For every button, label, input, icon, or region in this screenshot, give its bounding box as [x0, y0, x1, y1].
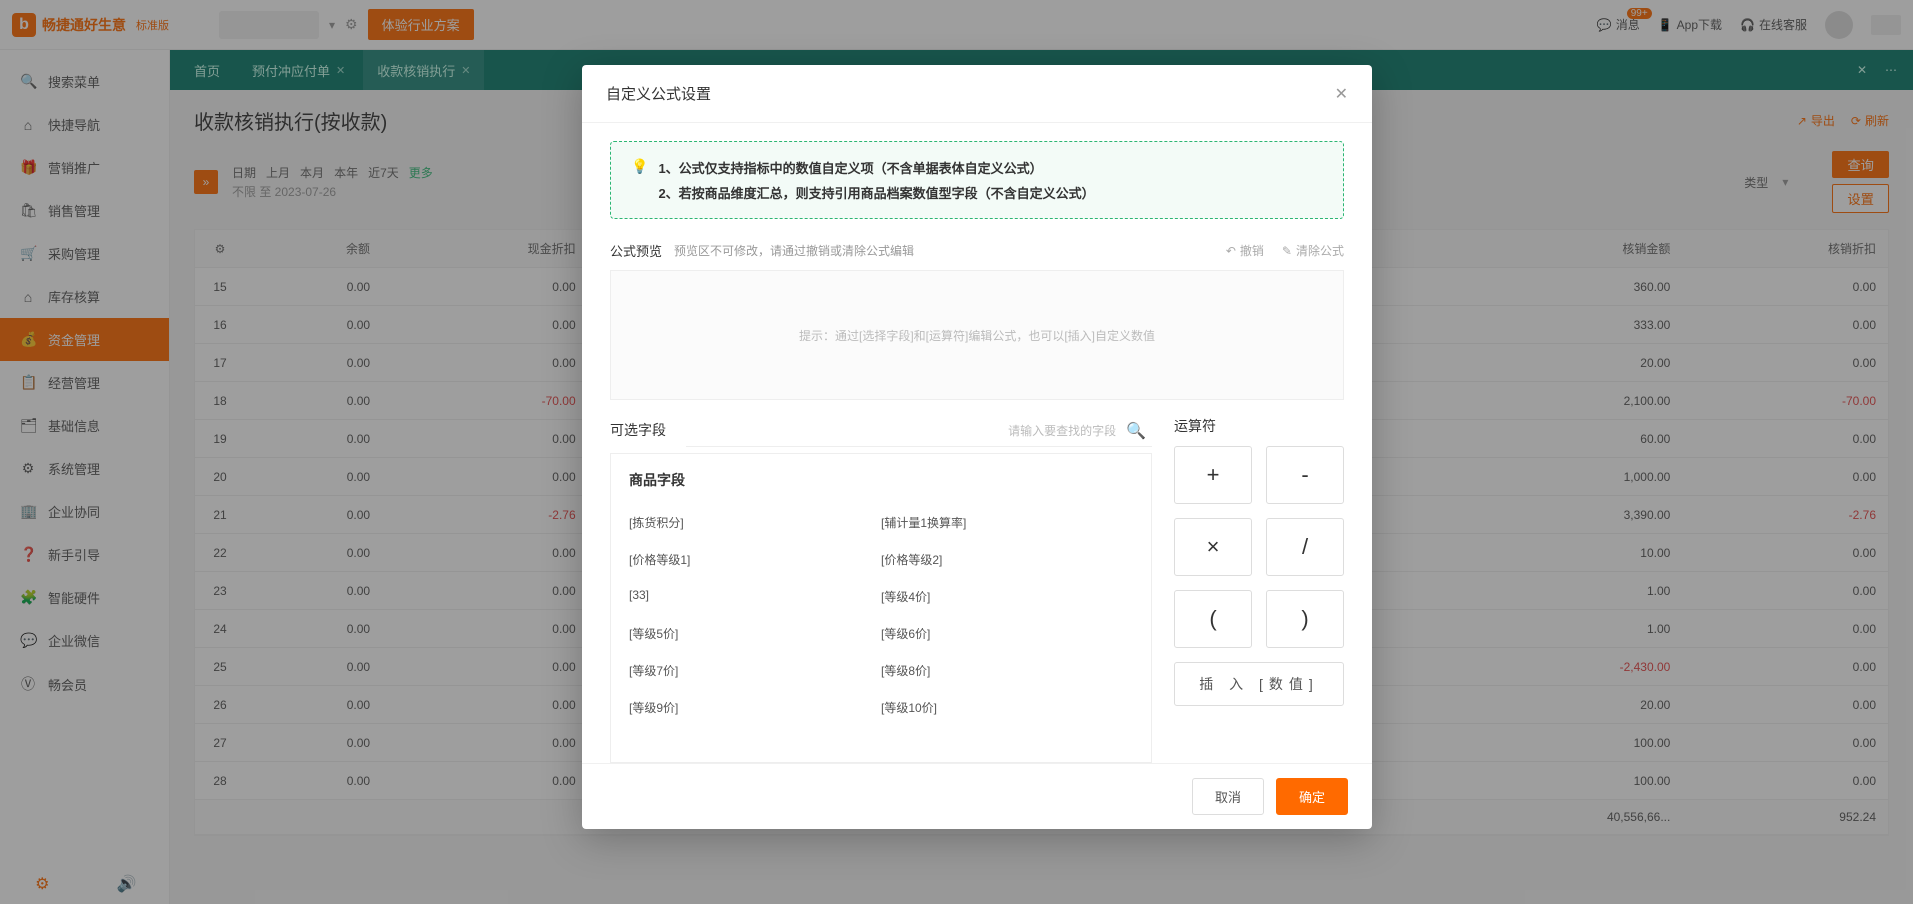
operator-button[interactable]: / [1266, 518, 1344, 576]
close-icon[interactable]: ✕ [1335, 84, 1348, 104]
clear-button[interactable]: ✎ 清除公式 [1282, 242, 1344, 259]
operator-button[interactable]: ( [1174, 590, 1252, 648]
tip-line-2: 2、若按商品维度汇总，则支持引用商品档案数值型字段（不含自定义公式） [658, 186, 1094, 201]
field-item[interactable]: [等级10价] [881, 689, 1133, 726]
tip-box: 💡 1、公式仅支持指标中的数值自定义项（不含单据表体自定义公式） 2、若按商品维… [610, 141, 1344, 219]
modal-title: 自定义公式设置 [606, 83, 711, 104]
preview-header: 公式预览 预览区不可修改，请通过撤销或清除公式编辑 ↶ 撤销 ✎ 清除公式 [582, 237, 1372, 270]
operator-button[interactable]: + [1174, 446, 1252, 504]
field-item[interactable]: [价格等级1] [629, 541, 881, 578]
field-item[interactable]: [等级8价] [881, 652, 1133, 689]
modal-footer: 取消 确定 [582, 763, 1372, 829]
preview-placeholder: 提示：通过[选择字段]和[运算符]编辑公式，也可以[插入]自定义数值 [799, 327, 1155, 344]
field-search-input[interactable] [686, 416, 1120, 446]
formula-modal: 自定义公式设置 ✕ 💡 1、公式仅支持指标中的数值自定义项（不含单据表体自定义公… [582, 65, 1372, 829]
field-item[interactable]: [等级6价] [881, 615, 1133, 652]
field-item[interactable]: [33] [629, 578, 881, 615]
field-item[interactable]: [等级9价] [629, 689, 881, 726]
insert-value-button[interactable]: 插 入 [数值] [1174, 662, 1344, 706]
modal-header: 自定义公式设置 ✕ [582, 65, 1372, 123]
field-item[interactable]: [拣货积分] [629, 504, 881, 541]
operators-title: 运算符 [1174, 416, 1344, 436]
operator-button[interactable]: ) [1266, 590, 1344, 648]
search-icon[interactable]: 🔍 [1120, 421, 1152, 441]
lightbulb-icon: 💡 [631, 158, 648, 202]
field-item[interactable]: [价格等级2] [881, 541, 1133, 578]
field-panel[interactable]: 商品字段 [拣货积分][辅计量1换算率][价格等级1][价格等级2][33][等… [610, 453, 1152, 763]
field-item[interactable]: [辅计量1换算率] [881, 504, 1133, 541]
undo-button[interactable]: ↶ 撤销 [1226, 242, 1264, 259]
cancel-button[interactable]: 取消 [1192, 778, 1264, 815]
field-item[interactable]: [等级5价] [629, 615, 881, 652]
preview-title: 公式预览 [610, 241, 662, 260]
preview-hint: 预览区不可修改，请通过撤销或清除公式编辑 [674, 242, 914, 259]
field-group-title: 商品字段 [611, 454, 1151, 504]
fields-title: 可选字段 [610, 420, 666, 440]
field-item[interactable]: [等级4价] [881, 578, 1133, 615]
operators-column: 运算符 +-×/() 插 入 [数值] [1174, 416, 1344, 763]
fields-column: 可选字段 🔍 商品字段 [拣货积分][辅计量1换算率][价格等级1][价格等级2… [610, 416, 1152, 763]
field-item[interactable]: [等级7价] [629, 652, 881, 689]
ok-button[interactable]: 确定 [1276, 778, 1348, 815]
operator-button[interactable]: - [1266, 446, 1344, 504]
operator-button[interactable]: × [1174, 518, 1252, 576]
formula-preview: 提示：通过[选择字段]和[运算符]编辑公式，也可以[插入]自定义数值 [610, 270, 1344, 400]
editor-columns: 可选字段 🔍 商品字段 [拣货积分][辅计量1换算率][价格等级1][价格等级2… [582, 416, 1372, 763]
tip-line-1: 1、公式仅支持指标中的数值自定义项（不含单据表体自定义公式） [658, 161, 1042, 176]
